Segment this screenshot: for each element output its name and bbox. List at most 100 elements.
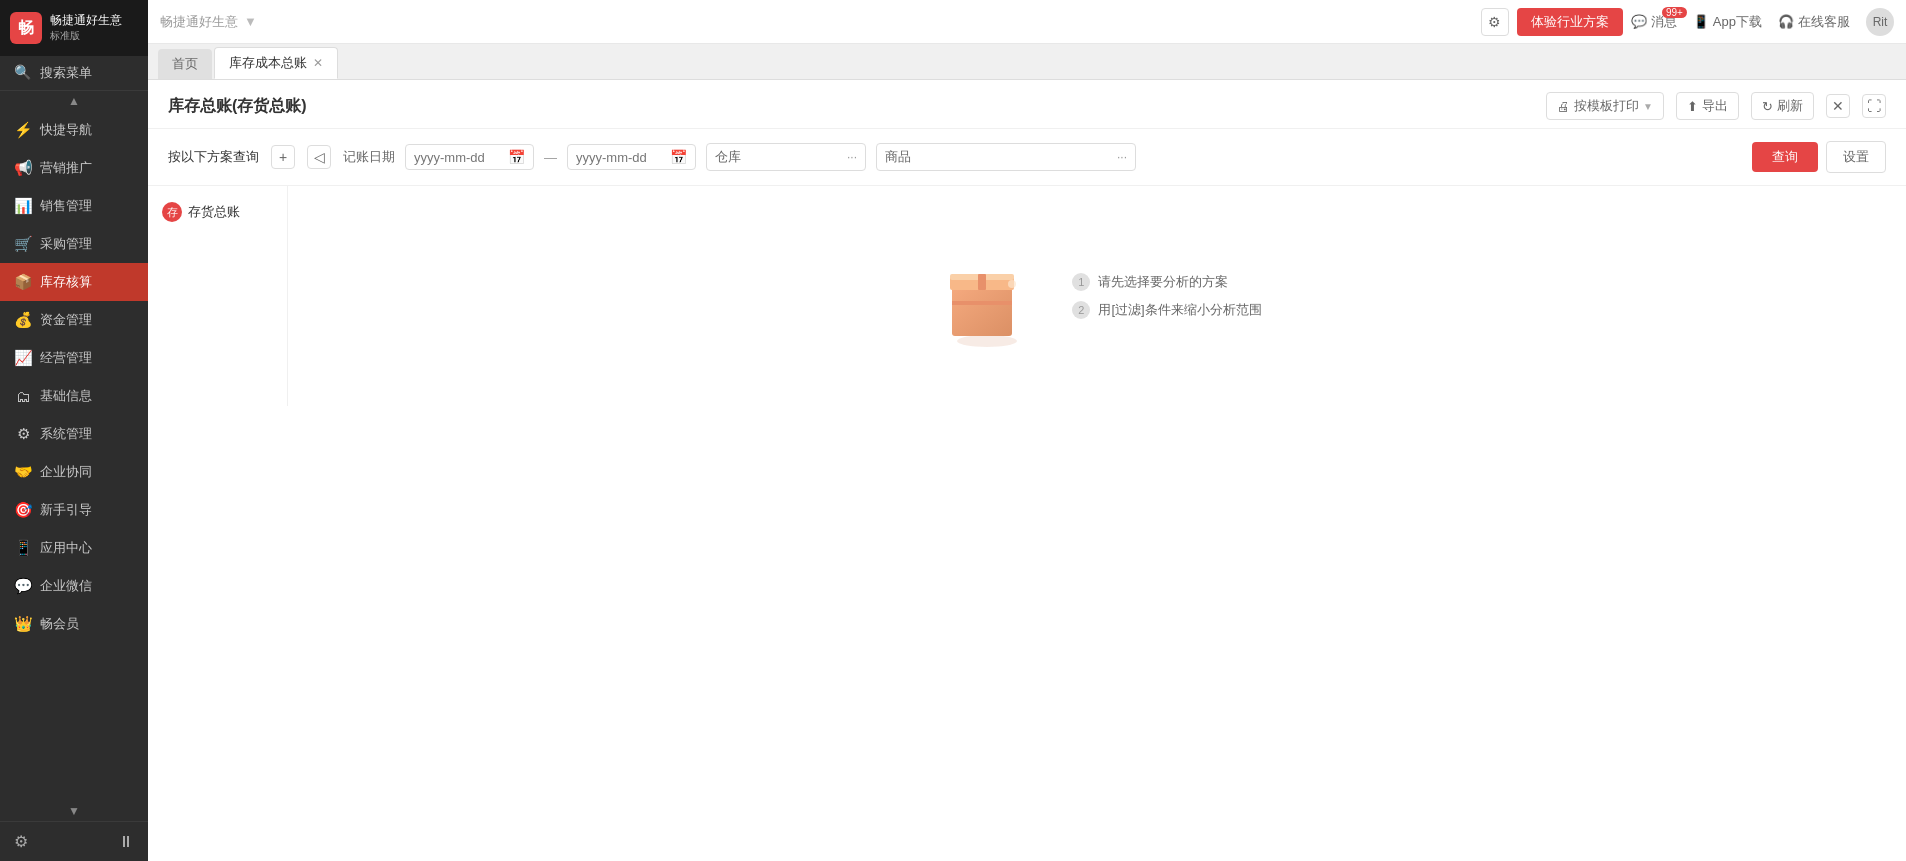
sidebar-item-sales[interactable]: 📊 销售管理 [0, 187, 148, 225]
refresh-icon: ↻ [1762, 99, 1773, 114]
warehouse-more-icon: ··· [847, 150, 857, 164]
online-support-btn[interactable]: 🎧 在线客服 [1778, 13, 1850, 31]
sales-icon: 📊 [14, 197, 32, 215]
svg-rect-5 [978, 274, 986, 290]
sidebar-item-label: 系统管理 [40, 425, 92, 443]
sidebar-item-label: 应用中心 [40, 539, 92, 557]
empty-state: 1 请先选择要分析的方案 2 用[过滤]条件来缩小分析范围 [288, 186, 1906, 406]
breadcrumb: 畅捷通好生意 ▼ [160, 13, 1473, 31]
date-start-field[interactable] [414, 150, 504, 165]
finance-icon: 💰 [14, 311, 32, 329]
tip-num-2: 2 [1072, 301, 1090, 319]
sidebar-item-wechat[interactable]: 💬 企业微信 [0, 567, 148, 605]
panel-close-btn[interactable]: ✕ [1826, 94, 1850, 118]
avatar-text: Rit [1873, 15, 1888, 29]
filter-scheme-add-btn[interactable]: + [271, 145, 295, 169]
trial-industry-btn[interactable]: 体验行业方案 [1517, 8, 1623, 36]
sidebar-item-newguide[interactable]: 🎯 新手引导 [0, 491, 148, 529]
sidebar-menu: ⚡ 快捷导航 📢 营销推广 📊 销售管理 🛒 采购管理 📦 库存核算 💰 资金管… [0, 111, 148, 801]
filter-settings-btn[interactable]: 设置 [1826, 141, 1886, 173]
sidebar-item-operation[interactable]: 📈 经营管理 [0, 339, 148, 377]
filter-scheme-collapse-btn[interactable]: ◁ [307, 145, 331, 169]
filter-scheme-label: 按以下方案查询 [168, 148, 259, 166]
query-btn[interactable]: 查询 [1752, 142, 1818, 172]
tab-home[interactable]: 首页 [158, 49, 212, 79]
topbar: 畅捷通好生意 ▼ ⚙ 体验行业方案 💬 消息 99+ 📱 App下载 🎧 在线客… [148, 0, 1906, 44]
operation-icon: 📈 [14, 349, 32, 367]
app-download-btn[interactable]: 📱 App下载 [1693, 13, 1762, 31]
tab-home-label: 首页 [172, 55, 198, 73]
tabs-bar: 首页 库存成本总账 ✕ [148, 44, 1906, 80]
empty-with-tips: 1 请先选择要分析的方案 2 用[过滤]条件来缩小分析范围 [932, 246, 1261, 346]
product-select[interactable]: 商品 ··· [876, 143, 1136, 171]
date-end-field[interactable] [576, 150, 666, 165]
refresh-label: 刷新 [1777, 97, 1803, 115]
online-support-label: 在线客服 [1798, 13, 1850, 31]
message-btn[interactable]: 💬 消息 99+ [1631, 13, 1677, 31]
print-label: 按模板打印 [1574, 97, 1639, 115]
user-avatar[interactable]: Rit [1866, 8, 1894, 36]
page-header: 库存总账(存货总账) 🖨 按模板打印 ▼ ⬆ 导出 ↻ 刷新 ✕ ⛶ [148, 80, 1906, 129]
wechat-icon: 💬 [14, 577, 32, 595]
warehouse-label: 仓库 [715, 148, 843, 166]
breadcrumb-text: 畅捷通好生意 [160, 13, 238, 31]
tab-close-btn[interactable]: ✕ [313, 56, 323, 70]
sidebar-item-system[interactable]: ⚙ 系统管理 [0, 415, 148, 453]
main-area: 畅捷通好生意 ▼ ⚙ 体验行业方案 💬 消息 99+ 📱 App下载 🎧 在线客… [148, 0, 1906, 861]
sidebar-item-label: 采购管理 [40, 235, 92, 253]
sidebar-item-label: 企业协同 [40, 463, 92, 481]
svg-rect-2 [952, 286, 1012, 336]
sidebar-item-label: 营销推广 [40, 159, 92, 177]
sidebar-footer: ⚙ ⏸ [0, 821, 148, 861]
sidebar-scroll-up[interactable]: ▲ [0, 91, 148, 111]
scheme-item-inventory-ledger[interactable]: 存 存货总账 [148, 194, 287, 230]
scheme-icon: 存 [162, 202, 182, 222]
sidebar-item-inventory[interactable]: 📦 库存核算 [0, 263, 148, 301]
sidebar-item-quick-nav[interactable]: ⚡ 快捷导航 [0, 111, 148, 149]
settings-footer-btn[interactable]: ⚙ [14, 832, 28, 851]
audio-footer-btn[interactable]: ⏸ [118, 833, 134, 851]
calendar-end-icon[interactable]: 📅 [670, 149, 687, 165]
logo-icon: 畅 [10, 12, 42, 44]
sidebar-item-basic[interactable]: 🗂 基础信息 [0, 377, 148, 415]
filter-actions: 查询 设置 [1752, 141, 1886, 173]
settings-icon: ⚙ [1488, 14, 1501, 30]
export-btn[interactable]: ⬆ 导出 [1676, 92, 1739, 120]
svg-point-7 [1008, 280, 1016, 288]
sidebar-item-member[interactable]: 👑 畅会员 [0, 605, 148, 643]
mobile-icon: 📱 [1693, 14, 1709, 29]
sidebar-search-label: 搜索菜单 [40, 64, 92, 82]
appcenter-icon: 📱 [14, 539, 32, 557]
print-btn[interactable]: 🖨 按模板打印 ▼ [1546, 92, 1664, 120]
sidebar-item-marketing[interactable]: 📢 营销推广 [0, 149, 148, 187]
quick-nav-icon: ⚡ [14, 121, 32, 139]
sidebar-item-finance[interactable]: 💰 资金管理 [0, 301, 148, 339]
tip-text-1: 请先选择要分析的方案 [1098, 273, 1228, 291]
sidebar-search[interactable]: 🔍 搜索菜单 [0, 56, 148, 91]
empty-illustration [932, 246, 1032, 346]
topbar-settings-btn[interactable]: ⚙ [1481, 8, 1509, 36]
refresh-btn[interactable]: ↻ 刷新 [1751, 92, 1814, 120]
app-download-label: App下载 [1713, 13, 1762, 31]
sidebar-scroll-down[interactable]: ▼ [0, 801, 148, 821]
date-end-input[interactable]: 📅 [567, 144, 696, 170]
print-dropdown-icon: ▼ [1643, 101, 1653, 112]
sidebar-item-label: 企业微信 [40, 577, 92, 595]
svg-rect-6 [952, 301, 1012, 305]
sidebar-item-label: 畅会员 [40, 615, 79, 633]
warehouse-select[interactable]: 仓库 ··· [706, 143, 866, 171]
tab-inventory-cost[interactable]: 库存成本总账 ✕ [214, 47, 338, 79]
basic-icon: 🗂 [14, 387, 32, 405]
sidebar-item-enterprise[interactable]: 🤝 企业协同 [0, 453, 148, 491]
newguide-icon: 🎯 [14, 501, 32, 519]
sidebar: 畅 畅捷通好生意 标准版 🔍 搜索菜单 ▲ ⚡ 快捷导航 📢 营销推广 📊 销售… [0, 0, 148, 861]
calendar-start-icon[interactable]: 📅 [508, 149, 525, 165]
sidebar-item-appcenter[interactable]: 📱 应用中心 [0, 529, 148, 567]
marketing-icon: 📢 [14, 159, 32, 177]
app-name: 畅捷通好生意 [50, 13, 122, 29]
export-icon: ⬆ [1687, 99, 1698, 114]
date-start-input[interactable]: 📅 [405, 144, 534, 170]
panel-expand-btn[interactable]: ⛶ [1862, 94, 1886, 118]
sidebar-item-purchase[interactable]: 🛒 采购管理 [0, 225, 148, 263]
inventory-icon: 📦 [14, 273, 32, 291]
